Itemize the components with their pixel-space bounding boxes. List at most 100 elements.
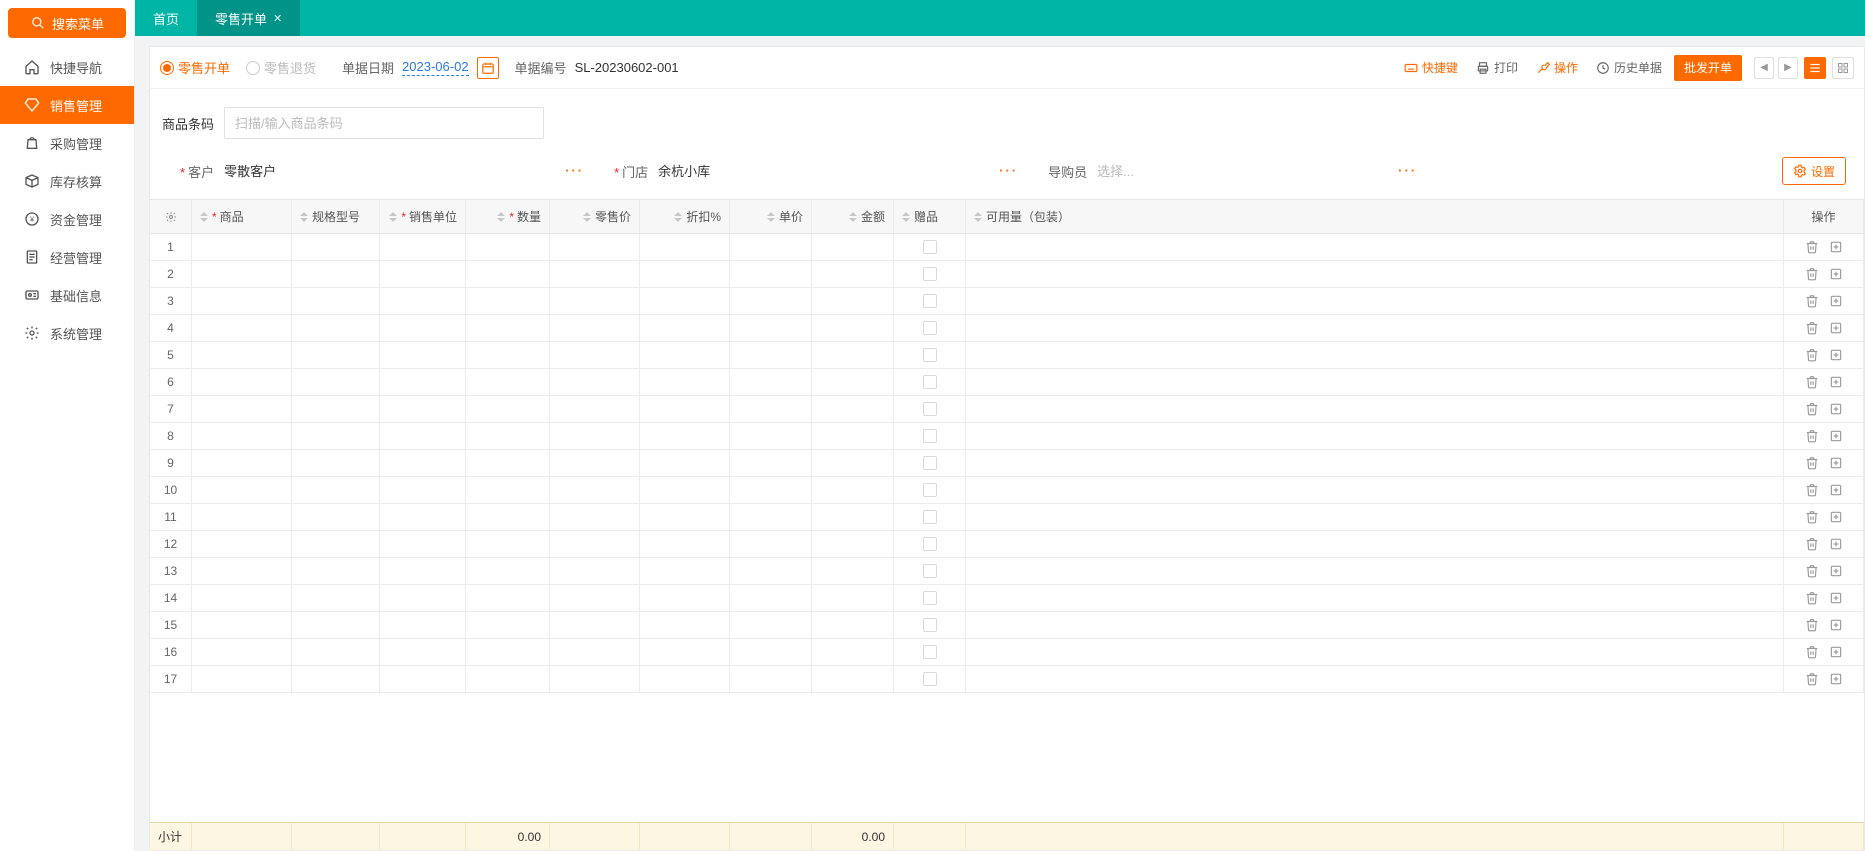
col-amount[interactable]: 金额	[812, 200, 894, 233]
col-price[interactable]: 单价	[730, 200, 812, 233]
cell-product[interactable]	[192, 369, 292, 395]
cell-price[interactable]	[730, 315, 812, 341]
action-history[interactable]: 历史单据	[1590, 59, 1668, 76]
cell-discount[interactable]	[640, 315, 730, 341]
cell-discount[interactable]	[640, 504, 730, 530]
batch-order-button[interactable]: 批发开单	[1674, 55, 1742, 81]
cell-unit[interactable]	[380, 396, 466, 422]
sidebar-item-1[interactable]: 销售管理	[0, 86, 134, 124]
tab-0[interactable]: 首页	[135, 0, 197, 36]
cell-gift[interactable]	[894, 477, 966, 503]
cell-retail-price[interactable]	[550, 288, 640, 314]
cell-product[interactable]	[192, 558, 292, 584]
action-shortcut[interactable]: 快捷键	[1398, 59, 1464, 76]
table-row[interactable]: 17	[150, 666, 1864, 693]
cell-qty[interactable]	[466, 666, 550, 692]
col-product[interactable]: *商品	[192, 200, 292, 233]
checkbox-icon[interactable]	[923, 321, 937, 335]
sidebar-item-6[interactable]: 基础信息	[0, 276, 134, 314]
checkbox-icon[interactable]	[923, 267, 937, 281]
cell-spec[interactable]	[292, 423, 380, 449]
radio-retail-order[interactable]: 零售开单	[160, 58, 230, 77]
cell-gift[interactable]	[894, 315, 966, 341]
cell-discount[interactable]	[640, 531, 730, 557]
cell-discount[interactable]	[640, 666, 730, 692]
cell-discount[interactable]	[640, 396, 730, 422]
cell-discount[interactable]	[640, 234, 730, 260]
row-add-button[interactable]	[1829, 537, 1843, 551]
cell-unit[interactable]	[380, 261, 466, 287]
cell-product[interactable]	[192, 423, 292, 449]
row-add-button[interactable]	[1829, 402, 1843, 416]
col-gift[interactable]: 赠品	[894, 200, 966, 233]
cell-gift[interactable]	[894, 369, 966, 395]
cell-spec[interactable]	[292, 666, 380, 692]
cell-qty[interactable]	[466, 288, 550, 314]
cell-gift[interactable]	[894, 639, 966, 665]
col-unit[interactable]: *销售单位	[380, 200, 466, 233]
cell-spec[interactable]	[292, 504, 380, 530]
cell-gift[interactable]	[894, 558, 966, 584]
calendar-button[interactable]	[477, 57, 499, 79]
checkbox-icon[interactable]	[923, 618, 937, 632]
table-row[interactable]: 7	[150, 396, 1864, 423]
cell-price[interactable]	[730, 477, 812, 503]
cell-spec[interactable]	[292, 396, 380, 422]
tab-1[interactable]: 零售开单✕	[197, 0, 300, 36]
cell-product[interactable]	[192, 531, 292, 557]
row-delete-button[interactable]	[1805, 429, 1819, 443]
cell-unit[interactable]	[380, 558, 466, 584]
cell-discount[interactable]	[640, 477, 730, 503]
row-add-button[interactable]	[1829, 645, 1843, 659]
row-add-button[interactable]	[1829, 483, 1843, 497]
cell-price[interactable]	[730, 288, 812, 314]
customer-select[interactable]: 零散客户 ···	[224, 161, 584, 181]
cell-discount[interactable]	[640, 558, 730, 584]
cell-retail-price[interactable]	[550, 558, 640, 584]
row-delete-button[interactable]	[1805, 321, 1819, 335]
cell-amount[interactable]	[812, 396, 894, 422]
cell-spec[interactable]	[292, 261, 380, 287]
checkbox-icon[interactable]	[923, 240, 937, 254]
cell-amount[interactable]	[812, 288, 894, 314]
cell-price[interactable]	[730, 342, 812, 368]
cell-gift[interactable]	[894, 450, 966, 476]
cell-retail-price[interactable]	[550, 504, 640, 530]
cell-retail-price[interactable]	[550, 261, 640, 287]
cell-unit[interactable]	[380, 531, 466, 557]
row-add-button[interactable]	[1829, 240, 1843, 254]
row-delete-button[interactable]	[1805, 591, 1819, 605]
cell-product[interactable]	[192, 261, 292, 287]
row-delete-button[interactable]	[1805, 618, 1819, 632]
cell-spec[interactable]	[292, 234, 380, 260]
col-discount[interactable]: 折扣%	[640, 200, 730, 233]
search-menu-button[interactable]: 搜索菜单	[8, 8, 126, 38]
checkbox-icon[interactable]	[923, 294, 937, 308]
cell-product[interactable]	[192, 288, 292, 314]
settings-button[interactable]: 设置	[1782, 157, 1846, 185]
cell-price[interactable]	[730, 639, 812, 665]
cell-price[interactable]	[730, 450, 812, 476]
cell-retail-price[interactable]	[550, 585, 640, 611]
cell-discount[interactable]	[640, 342, 730, 368]
row-delete-button[interactable]	[1805, 240, 1819, 254]
cell-retail-price[interactable]	[550, 531, 640, 557]
checkbox-icon[interactable]	[923, 348, 937, 362]
cell-qty[interactable]	[466, 261, 550, 287]
cell-discount[interactable]	[640, 612, 730, 638]
cell-gift[interactable]	[894, 261, 966, 287]
table-row[interactable]: 5	[150, 342, 1864, 369]
row-add-button[interactable]	[1829, 348, 1843, 362]
row-delete-button[interactable]	[1805, 375, 1819, 389]
cell-discount[interactable]	[640, 639, 730, 665]
row-add-button[interactable]	[1829, 618, 1843, 632]
cell-unit[interactable]	[380, 639, 466, 665]
cell-gift[interactable]	[894, 666, 966, 692]
doc-date-value[interactable]: 2023-06-02	[402, 59, 469, 76]
row-add-button[interactable]	[1829, 672, 1843, 686]
cell-spec[interactable]	[292, 531, 380, 557]
cell-qty[interactable]	[466, 531, 550, 557]
cell-price[interactable]	[730, 558, 812, 584]
row-delete-button[interactable]	[1805, 456, 1819, 470]
cell-amount[interactable]	[812, 504, 894, 530]
